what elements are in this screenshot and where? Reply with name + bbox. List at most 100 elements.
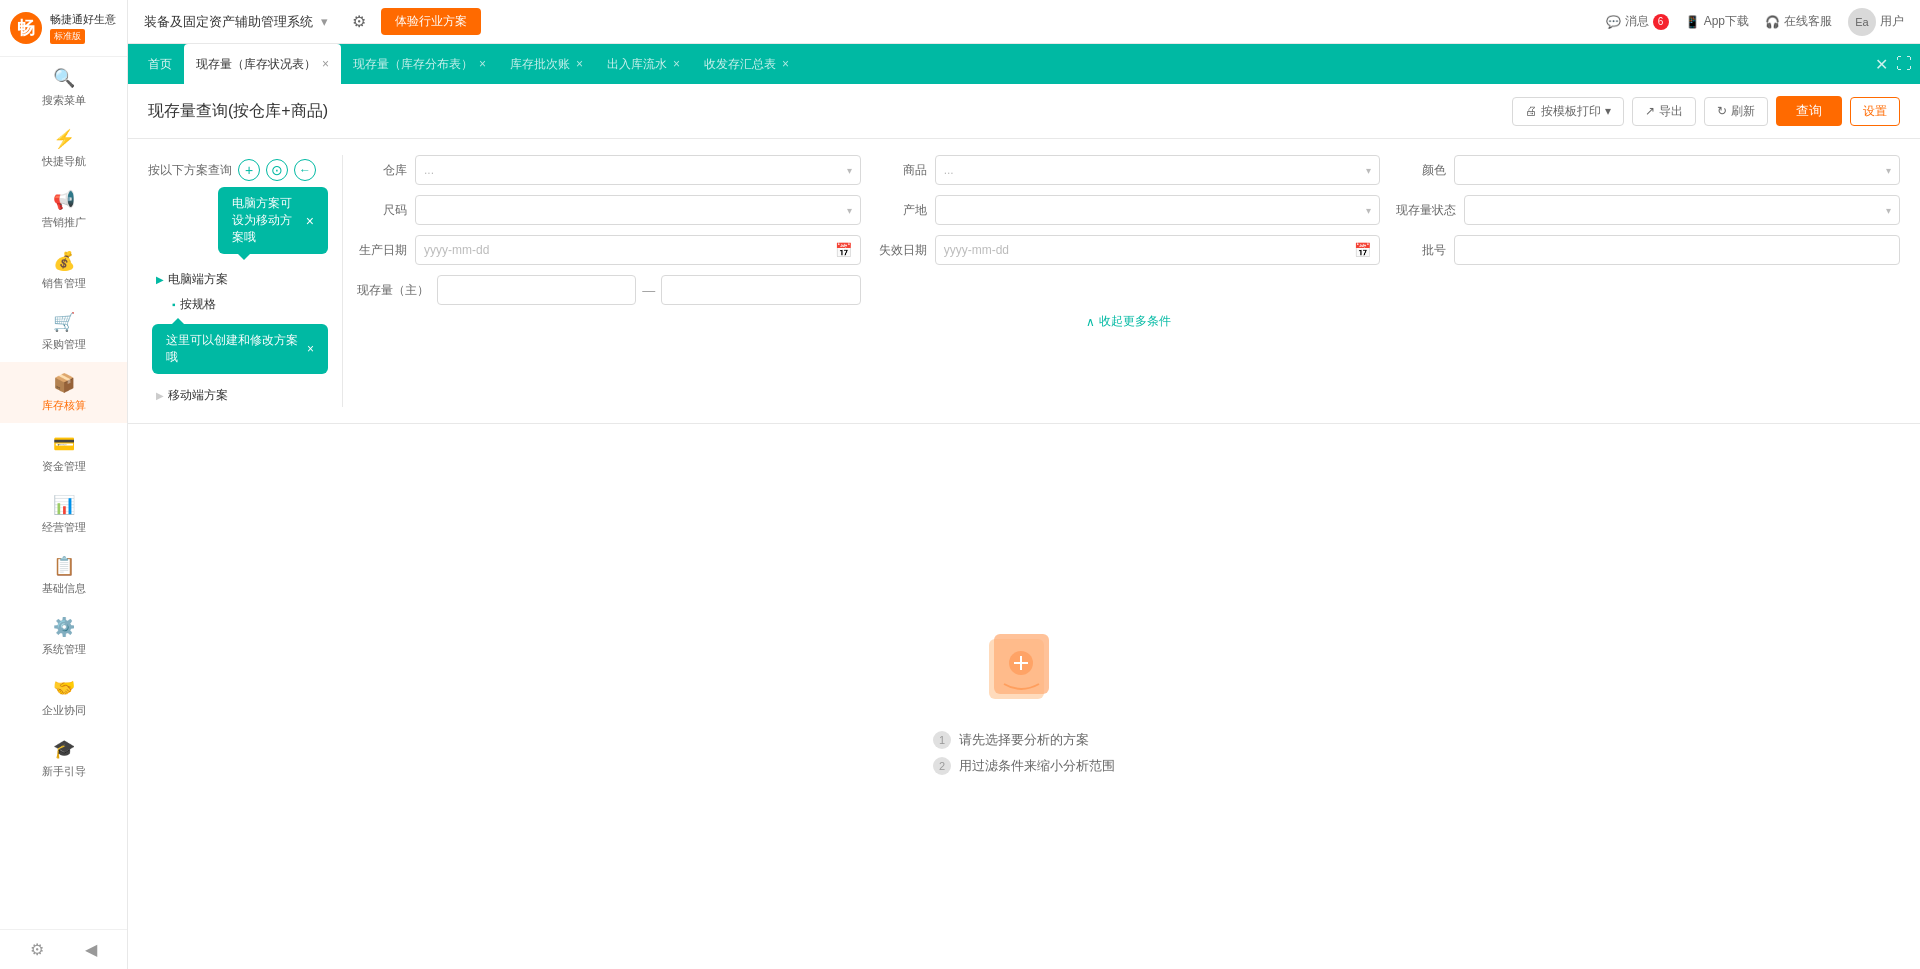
stock-status-input[interactable]: ▾ (1464, 195, 1900, 225)
system-icon: ⚙️ (53, 616, 75, 638)
sidebar-collapse-btn[interactable]: ◀ (85, 940, 97, 959)
scheme-pc[interactable]: ▶ 电脑端方案 (152, 268, 328, 291)
tab-close-batch-ledger[interactable]: × (576, 57, 583, 71)
tab-batch-ledger[interactable]: 库存批次账 × (498, 44, 595, 84)
sidebar-item-quick[interactable]: ⚡ 快捷导航 (0, 118, 127, 179)
tab-home[interactable]: 首页 (136, 56, 184, 73)
expand-icon-pc: ▶ (156, 274, 164, 285)
header-dropdown-icon[interactable]: ▾ (321, 14, 337, 30)
message-badge: 6 (1653, 14, 1669, 30)
search-icon: 🔍 (53, 67, 75, 89)
guide-icon: 🎓 (53, 738, 75, 760)
user-label: 用户 (1880, 13, 1904, 30)
refresh-button[interactable]: ↻ 刷新 (1704, 97, 1768, 126)
sidebar-item-finance[interactable]: 💳 资金管理 (0, 423, 127, 484)
sidebar-item-inventory[interactable]: 📦 库存核算 (0, 362, 127, 423)
message-icon: 💬 (1606, 15, 1621, 29)
app-download-btn[interactable]: 📱 App下载 (1685, 13, 1749, 30)
scheme-pc-sub: ▪ 按规格 (168, 293, 328, 316)
export-button[interactable]: ↗ 导出 (1632, 97, 1696, 126)
print-dropdown-icon: ▾ (1605, 104, 1611, 118)
goods-placeholder: ... (944, 163, 954, 177)
field-origin: 产地 ▾ (877, 195, 1381, 225)
expiry-date-input[interactable]: yyyy-mm-dd 📅 (935, 235, 1381, 265)
field-expiry-date: 失效日期 yyyy-mm-dd 📅 (877, 235, 1381, 265)
sidebar-item-search[interactable]: 🔍 搜索菜单 (0, 57, 127, 118)
operation-icon: 📊 (53, 494, 75, 516)
production-date-placeholder: yyyy-mm-dd (424, 243, 489, 257)
stock-main-to-input[interactable] (661, 275, 860, 305)
page-title: 现存量查询(按仓库+商品) (148, 101, 328, 122)
tip2-text: 用过滤条件来缩小分析范围 (959, 757, 1115, 775)
logo-text: 畅捷通好生意 标准版 (50, 12, 116, 44)
tooltip-create-scheme: 这里可以创建和修改方案哦 × (152, 324, 328, 374)
stock-main-label: 现存量（主） (357, 282, 429, 299)
system-name: 装备及固定资产辅助管理系统 (144, 13, 313, 31)
warehouse-label: 仓库 (357, 162, 407, 179)
filter-add-button[interactable]: + (238, 159, 260, 181)
empty-icon (974, 619, 1074, 719)
tab-maximize-btn[interactable]: ⛶ (1896, 55, 1912, 73)
tab-inventory-dist[interactable]: 现存量（库存分布表） × (341, 44, 498, 84)
goods-input[interactable]: ... ▾ (935, 155, 1381, 185)
online-support-btn[interactable]: 🎧 在线客服 (1765, 13, 1832, 30)
tab-close-in-out-flow[interactable]: × (673, 57, 680, 71)
scheme-pc-sub-item[interactable]: ▪ 按规格 (168, 293, 328, 316)
tab-close-collect-report[interactable]: × (782, 57, 789, 71)
filter-grid: 仓库 ... ▾ 商品 ... ▾ (357, 155, 1900, 305)
goods-dropdown-icon: ▾ (1366, 165, 1371, 176)
query-button[interactable]: 查询 (1776, 96, 1842, 126)
print-button[interactable]: 🖨 按模板打印 ▾ (1512, 97, 1624, 126)
export-icon: ↗ (1645, 104, 1655, 118)
tab-collect-report[interactable]: 收发存汇总表 × (692, 44, 801, 84)
goods-label: 商品 (877, 162, 927, 179)
user-btn[interactable]: Ea 用户 (1848, 8, 1904, 36)
filter-arrow-button[interactable]: ← (294, 159, 316, 181)
sidebar-item-purchase[interactable]: 🛒 采购管理 (0, 301, 127, 362)
scheme-mobile[interactable]: ▶ 移动端方案 (152, 384, 328, 407)
batch-no-input[interactable] (1454, 235, 1900, 265)
color-input[interactable]: ▾ (1454, 155, 1900, 185)
filter-scheme-section: 按以下方案查询 + ⊙ ← 电脑方案可设为移动方案哦 × (148, 155, 328, 407)
sidebar-item-marketing[interactable]: 📢 营销推广 (0, 179, 127, 240)
production-date-input[interactable]: yyyy-mm-dd 📅 (415, 235, 861, 265)
tab-inventory-status[interactable]: 现存量（库存状况表） × (184, 44, 341, 84)
tip1-num: 1 (933, 731, 951, 749)
filter-copy-button[interactable]: ⊙ (266, 159, 288, 181)
tip1-text: 请先选择要分析的方案 (959, 731, 1089, 749)
sidebar-item-system[interactable]: ⚙️ 系统管理 (0, 606, 127, 667)
more-conditions-btn[interactable]: ∧ 收起更多条件 (357, 313, 1900, 330)
experience-button[interactable]: 体验行业方案 (381, 8, 481, 35)
setting-button[interactable]: 设置 (1850, 97, 1900, 126)
messages-label: 消息 (1625, 13, 1649, 30)
user-avatar: Ea (1848, 8, 1876, 36)
tab-close-inventory-dist[interactable]: × (479, 57, 486, 71)
tab-close-inventory-status[interactable]: × (322, 57, 329, 71)
divider (342, 155, 343, 407)
origin-input[interactable]: ▾ (935, 195, 1381, 225)
expiry-date-placeholder: yyyy-mm-dd (944, 243, 1009, 257)
settings-button[interactable]: ⚙ (345, 8, 373, 36)
basic-icon: 📋 (53, 555, 75, 577)
sidebar-item-guide[interactable]: 🎓 新手引导 (0, 728, 127, 789)
logo-icon: 畅 (10, 12, 42, 44)
sidebar-item-enterprise[interactable]: 🤝 企业协同 (0, 667, 127, 728)
page-actions: 🖨 按模板打印 ▾ ↗ 导出 ↻ 刷新 查询 设置 (1512, 96, 1900, 126)
stock-status-label: 现存量状态 (1396, 202, 1456, 219)
warehouse-input[interactable]: ... ▾ (415, 155, 861, 185)
sidebar-item-basic[interactable]: 📋 基础信息 (0, 545, 127, 606)
stock-main-from-input[interactable] (437, 275, 636, 305)
tab-bar-right: ✕ ⛶ (1875, 55, 1912, 74)
tooltip1-close[interactable]: × (306, 213, 314, 229)
tab-close-all-btn[interactable]: ✕ (1875, 55, 1888, 74)
field-batch-no: 批号 (1396, 235, 1900, 265)
sidebar-item-sales[interactable]: 💰 销售管理 (0, 240, 127, 301)
messages-btn[interactable]: 💬 消息 6 (1606, 13, 1669, 30)
size-input[interactable]: ▾ (415, 195, 861, 225)
tab-in-out-flow[interactable]: 出入库流水 × (595, 44, 692, 84)
sidebar-settings-btn[interactable]: ⚙ (30, 940, 44, 959)
support-icon: 🎧 (1765, 15, 1780, 29)
sidebar-item-operation[interactable]: 📊 经营管理 (0, 484, 127, 545)
tooltip2-close[interactable]: × (307, 342, 314, 356)
purchase-icon: 🛒 (53, 311, 75, 333)
